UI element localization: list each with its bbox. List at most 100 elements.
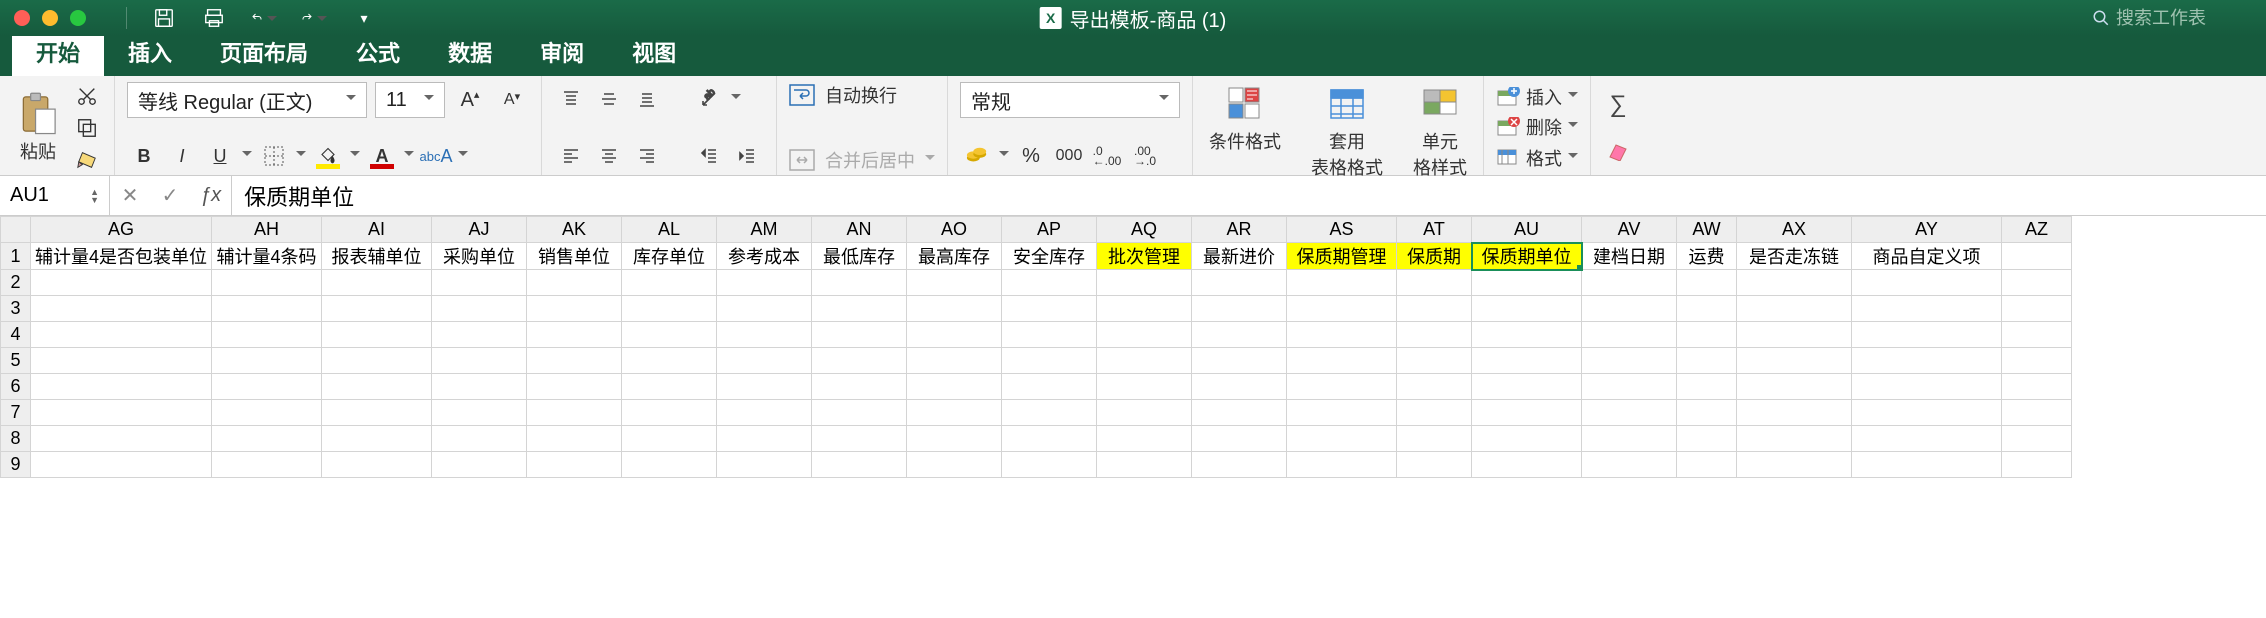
cell[interactable]: 是否走冻链	[1737, 243, 1852, 270]
sheet-search-input[interactable]	[2116, 8, 2256, 29]
cell[interactable]	[1287, 348, 1397, 374]
cell[interactable]	[1582, 426, 1677, 452]
undo-button[interactable]	[251, 5, 277, 31]
cell[interactable]	[31, 348, 212, 374]
row-header[interactable]: 1	[1, 243, 31, 270]
cell[interactable]	[1737, 426, 1852, 452]
formula-input[interactable]	[232, 183, 2266, 209]
cell[interactable]: 安全库存	[1002, 243, 1097, 270]
cell[interactable]	[1287, 374, 1397, 400]
row-header[interactable]: 2	[1, 270, 31, 296]
cell[interactable]	[1677, 348, 1737, 374]
cell[interactable]	[322, 452, 432, 478]
cell[interactable]: 参考成本	[717, 243, 812, 270]
cell[interactable]	[2002, 452, 2072, 478]
orientation-button[interactable]: ab	[692, 82, 726, 116]
cell[interactable]	[212, 400, 322, 426]
cell[interactable]: 保质期单位	[1472, 243, 1582, 270]
cell[interactable]	[1582, 322, 1677, 348]
cell[interactable]	[1397, 296, 1472, 322]
increase-font-button[interactable]: A▴	[453, 83, 487, 117]
cell[interactable]	[31, 322, 212, 348]
cell[interactable]	[31, 270, 212, 296]
cell[interactable]	[622, 348, 717, 374]
comma-button[interactable]: 000	[1052, 139, 1086, 173]
cell[interactable]	[1097, 322, 1192, 348]
cell[interactable]: 最高库存	[907, 243, 1002, 270]
cell[interactable]	[2002, 270, 2072, 296]
cell[interactable]	[1397, 426, 1472, 452]
cell[interactable]	[1002, 348, 1097, 374]
cell[interactable]	[31, 426, 212, 452]
cell[interactable]	[1472, 426, 1582, 452]
cell[interactable]	[31, 296, 212, 322]
cell[interactable]	[2002, 322, 2072, 348]
cell[interactable]	[812, 452, 907, 478]
cell[interactable]	[1737, 374, 1852, 400]
cell[interactable]	[212, 270, 322, 296]
cell[interactable]	[1582, 270, 1677, 296]
cell[interactable]	[2002, 296, 2072, 322]
merge-center-button[interactable]: 合并后居中	[789, 147, 935, 173]
cell[interactable]	[622, 374, 717, 400]
phonetic-menu[interactable]	[457, 139, 469, 173]
cell[interactable]	[527, 296, 622, 322]
cell[interactable]	[1192, 400, 1287, 426]
cell[interactable]	[1677, 270, 1737, 296]
font-color-button[interactable]: A	[365, 139, 399, 173]
cell[interactable]	[622, 426, 717, 452]
row-header[interactable]: 9	[1, 452, 31, 478]
cell[interactable]	[2002, 374, 2072, 400]
cell[interactable]	[432, 322, 527, 348]
column-header[interactable]: AM	[717, 217, 812, 243]
column-header[interactable]: AG	[31, 217, 212, 243]
cell[interactable]	[1852, 322, 2002, 348]
cell[interactable]	[812, 426, 907, 452]
column-header[interactable]: AQ	[1097, 217, 1192, 243]
cell[interactable]	[1397, 322, 1472, 348]
cell[interactable]	[322, 426, 432, 452]
cell[interactable]	[1192, 296, 1287, 322]
cell[interactable]	[527, 270, 622, 296]
cell[interactable]	[1472, 322, 1582, 348]
align-center-button[interactable]	[592, 139, 626, 173]
align-left-button[interactable]	[554, 139, 588, 173]
increase-decimal-button[interactable]: .0←.00	[1090, 139, 1124, 173]
cell[interactable]	[432, 374, 527, 400]
cell[interactable]	[31, 374, 212, 400]
cell[interactable]	[1097, 400, 1192, 426]
cell[interactable]	[322, 374, 432, 400]
cell[interactable]	[907, 400, 1002, 426]
spreadsheet-grid[interactable]: AGAHAIAJAKALAMANAOAPAQARASATAUAVAWAXAYAZ…	[0, 216, 2266, 478]
qat-customize-button[interactable]: ▾	[351, 5, 377, 31]
cell[interactable]	[622, 322, 717, 348]
print-icon[interactable]	[201, 5, 227, 31]
borders-button[interactable]	[257, 139, 291, 173]
cell[interactable]	[1737, 270, 1852, 296]
cell[interactable]	[622, 270, 717, 296]
cell[interactable]	[1737, 322, 1852, 348]
cell[interactable]: 建档日期	[1582, 243, 1677, 270]
bold-button[interactable]: B	[127, 139, 161, 173]
cell[interactable]	[812, 400, 907, 426]
cell[interactable]: 销售单位	[527, 243, 622, 270]
clear-button[interactable]	[1603, 136, 1633, 164]
row-header[interactable]: 3	[1, 296, 31, 322]
wrap-text-button[interactable]: 自动换行	[789, 82, 935, 108]
cell[interactable]	[1677, 374, 1737, 400]
cell[interactable]	[1002, 452, 1097, 478]
phonetic-button[interactable]: abcA	[419, 139, 453, 173]
column-header[interactable]: AV	[1582, 217, 1677, 243]
cell[interactable]: 辅计量4是否包装单位	[31, 243, 212, 270]
column-header[interactable]: AO	[907, 217, 1002, 243]
cell[interactable]	[812, 322, 907, 348]
cell[interactable]	[907, 374, 1002, 400]
fill-color-menu[interactable]	[349, 139, 361, 173]
cell[interactable]	[527, 426, 622, 452]
cell[interactable]	[212, 348, 322, 374]
align-bottom-button[interactable]	[630, 82, 664, 116]
format-as-table-button[interactable]: 套用 表格格式	[1307, 82, 1387, 180]
decrease-indent-button[interactable]	[692, 139, 726, 173]
column-header[interactable]: AI	[322, 217, 432, 243]
cell[interactable]	[1677, 400, 1737, 426]
